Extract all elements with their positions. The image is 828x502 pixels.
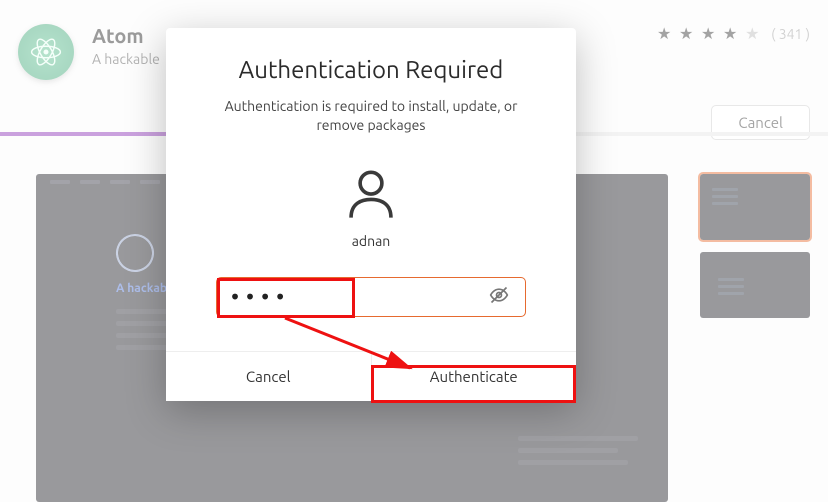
auth-authenticate-button[interactable]: Authenticate: [371, 352, 577, 401]
auth-subtitle: Authentication is required to install, u…: [166, 97, 576, 135]
password-field-wrap: [216, 277, 526, 317]
toggle-password-visibility-button[interactable]: [485, 281, 513, 312]
auth-cancel-button[interactable]: Cancel: [166, 352, 371, 401]
auth-buttons: Cancel Authenticate: [166, 351, 576, 401]
user-icon: [342, 165, 400, 227]
eye-off-icon: [489, 285, 509, 305]
auth-dialog: Authentication Required Authentication i…: [166, 28, 576, 401]
password-input[interactable]: [229, 285, 485, 309]
auth-title: Authentication Required: [239, 56, 504, 83]
auth-username: adnan: [352, 233, 391, 249]
